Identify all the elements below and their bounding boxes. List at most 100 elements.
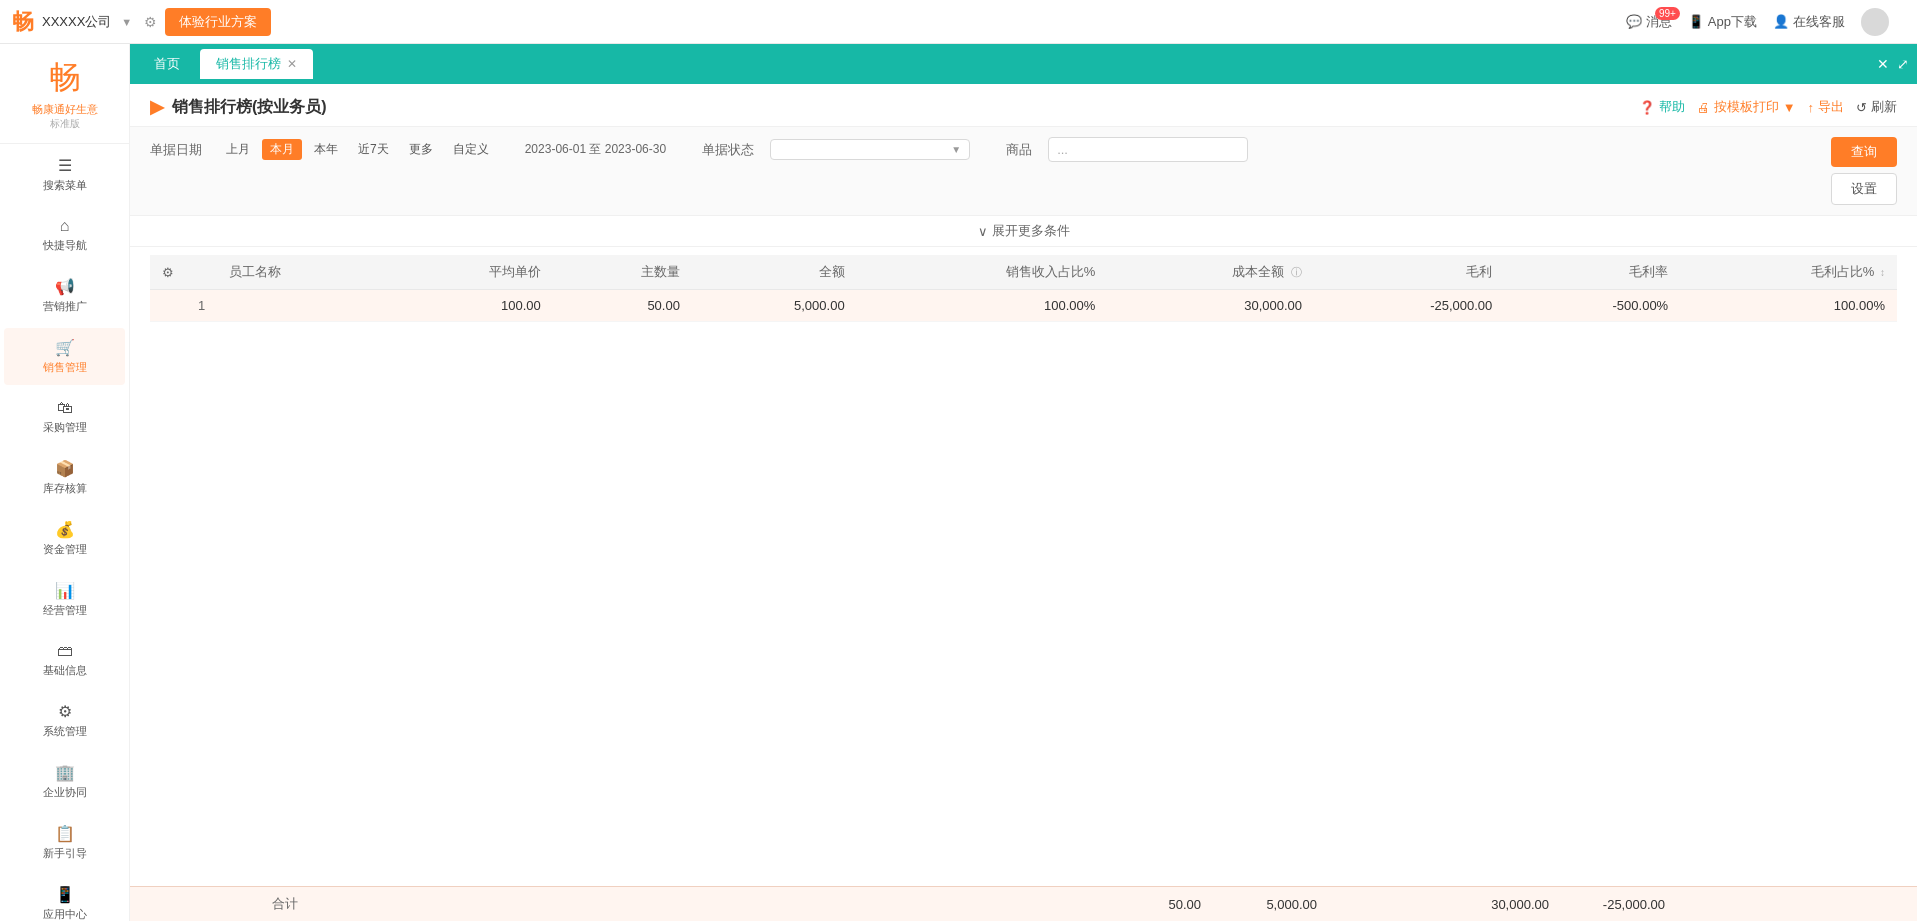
print-template-link[interactable]: 🖨 按模板打印 ▼	[1697, 98, 1796, 116]
expand-icon: ∨	[978, 224, 988, 239]
footer-profit: -25,000.00	[1585, 897, 1665, 912]
sidebar-label-app: 应用中心	[43, 907, 87, 921]
total-cell: 5,000.00	[692, 290, 857, 322]
col-cost-total: 成本全额 ⓘ	[1107, 255, 1314, 290]
status-select[interactable]: ▼	[770, 139, 970, 160]
col-profit-pct: 毛利占比% ↕	[1680, 255, 1897, 290]
sidebar-item-system[interactable]: ⚙ 系统管理	[4, 692, 125, 749]
app-download-button[interactable]: 📱 App下载	[1688, 13, 1757, 31]
sidebar-item-enterprise[interactable]: 🏢 企业协同	[4, 753, 125, 810]
date-tabs: 上月 本月 本年 近7天 更多 自定义	[218, 139, 497, 160]
inventory-icon: 📦	[55, 459, 75, 478]
date-tab-prev-month[interactable]: 上月	[218, 139, 258, 160]
sidebar-item-inventory[interactable]: 📦 库存核算	[4, 449, 125, 506]
filter-settings-button[interactable]: 设置	[1831, 173, 1897, 205]
print-icon: 🖨	[1697, 100, 1710, 115]
sidebar-label-basic: 基础信息	[43, 663, 87, 678]
profit-rate-cell: -500.00%	[1504, 290, 1680, 322]
tab-restore-icon[interactable]: ⤢	[1897, 56, 1909, 72]
qty-cell: 50.00	[553, 290, 692, 322]
sidebar-logo-text: 畅康通好生意	[32, 102, 98, 117]
refresh-link[interactable]: ↺ 刷新	[1856, 98, 1897, 116]
trial-button[interactable]: 体验行业方案	[165, 8, 271, 36]
sales-pct-cell: 100.00%	[857, 290, 1108, 322]
sidebar-item-quick-nav[interactable]: ⌂ 快捷导航	[4, 207, 125, 263]
col-employee: 员工名称	[217, 255, 385, 290]
page-actions: ❓ 帮助 🖨 按模板打印 ▼ ↑ 导出 ↺ 刷新	[1639, 98, 1897, 116]
help-link[interactable]: ❓ 帮助	[1639, 98, 1685, 116]
date-range-text: 2023-06-01 至 2023-06-30	[525, 141, 666, 158]
help-icon: ❓	[1639, 100, 1655, 115]
print-dropdown-icon: ▼	[1783, 100, 1796, 115]
sidebar-item-search[interactable]: ☰ 搜索菜单	[4, 146, 125, 203]
sidebar-label-search: 搜索菜单	[43, 178, 87, 193]
footer-label: 合计	[272, 895, 352, 913]
marketing-icon: 📢	[55, 277, 75, 296]
refresh-icon: ↺	[1856, 100, 1867, 115]
page-header: ▶ 销售排行榜(按业务员) ❓ 帮助 🖨 按模板打印 ▼ ↑ 导	[130, 84, 1917, 127]
date-tab-this-year[interactable]: 本年	[306, 139, 346, 160]
sidebar-item-marketing[interactable]: 📢 营销推广	[4, 267, 125, 324]
goods-input-placeholder: ...	[1057, 142, 1068, 157]
sidebar-label-operation: 经营管理	[43, 603, 87, 618]
messages-button[interactable]: 💬 消息 99+	[1626, 13, 1672, 31]
filter-row: 单据日期 上月 本月 本年 近7天 更多 自定义 2023-06-01 至 20…	[150, 137, 1811, 162]
top-bar: 畅 XXXXX公司 ▼ ⚙ 体验行业方案 💬 消息 99+ 📱 App下载 👤 …	[0, 0, 1917, 44]
date-range-display: 2023-06-01 至 2023-06-30	[521, 141, 666, 158]
footer-cost-total: 30,000.00	[1469, 897, 1549, 912]
col-profit-rate: 毛利率	[1504, 255, 1680, 290]
tab-close-window-icon[interactable]: ✕	[1877, 56, 1889, 72]
col-sales-pct: 销售收入占比%	[857, 255, 1108, 290]
sidebar-label-finance: 资金管理	[43, 542, 87, 557]
message-badge: 99+	[1655, 7, 1680, 20]
date-tab-7days[interactable]: 近7天	[350, 139, 397, 160]
tab-close-icon[interactable]: ✕	[287, 57, 297, 71]
avg-price-cell: 100.00	[385, 290, 553, 322]
sidebar-label-purchase: 采购管理	[43, 420, 87, 435]
top-bar-right: 💬 消息 99+ 📱 App下载 👤 在线客服	[1626, 8, 1905, 36]
goods-input[interactable]: ...	[1048, 137, 1248, 162]
col-settings[interactable]: ⚙	[150, 255, 186, 290]
tab-home[interactable]: 首页	[138, 49, 196, 79]
page-content: ▶ 销售排行榜(按业务员) ❓ 帮助 🖨 按模板打印 ▼ ↑ 导	[130, 84, 1917, 921]
sidebar-item-sales[interactable]: 🛒 销售管理	[4, 328, 125, 385]
status-label: 单据状态	[702, 141, 754, 159]
tab-bar: 首页 销售排行榜 ✕ ✕ ⤢	[130, 44, 1917, 84]
sidebar-item-operation[interactable]: 📊 经营管理	[4, 571, 125, 628]
query-button[interactable]: 查询	[1831, 137, 1897, 167]
tab-bar-right: ✕ ⤢	[1877, 56, 1909, 72]
row-settings-cell	[150, 290, 186, 322]
sidebar-label-quick-nav: 快捷导航	[43, 238, 87, 253]
status-dropdown-icon: ▼	[951, 144, 961, 155]
column-settings-icon[interactable]: ⚙	[162, 265, 174, 280]
top-settings-icon[interactable]: ⚙	[144, 14, 157, 30]
date-tab-more[interactable]: 更多	[401, 139, 441, 160]
sidebar: 畅 畅康通好生意 标准版 ☰ 搜索菜单 ⌂ 快捷导航 📢 营销推广 🛒 销售管理…	[0, 44, 130, 921]
expand-button[interactable]: ∨ 展开更多条件	[978, 222, 1070, 240]
sidebar-label-sales: 销售管理	[43, 360, 87, 375]
service-icon: 👤	[1773, 14, 1789, 29]
sidebar-label-system: 系统管理	[43, 724, 87, 739]
profit-pct-cell: 100.00%	[1680, 290, 1897, 322]
sidebar-item-basic[interactable]: 🗃 基础信息	[4, 632, 125, 688]
sidebar-item-guide[interactable]: 📋 新手引导	[4, 814, 125, 871]
col-avg-price: 平均单价	[385, 255, 553, 290]
avatar[interactable]	[1861, 8, 1889, 36]
date-tab-this-month[interactable]: 本月	[262, 139, 302, 160]
cost-total-info-icon[interactable]: ⓘ	[1291, 266, 1302, 278]
table-body: 1 100.00 50.00 5,000.00 100.00% 30,000.0…	[150, 290, 1897, 322]
export-link[interactable]: ↑ 导出	[1808, 98, 1845, 116]
employee-cell	[217, 290, 385, 322]
online-service-button[interactable]: 👤 在线客服	[1773, 13, 1845, 31]
sidebar-item-app[interactable]: 📱 应用中心	[4, 875, 125, 921]
footer-qty: 50.00	[1121, 897, 1201, 912]
sidebar-item-purchase[interactable]: 🛍 采购管理	[4, 389, 125, 445]
profit-pct-sort-icon[interactable]: ↕	[1880, 267, 1885, 278]
tab-sales-rank[interactable]: 销售排行榜 ✕	[200, 49, 313, 79]
sidebar-item-finance[interactable]: 💰 资金管理	[4, 510, 125, 567]
sidebar-label-inventory: 库存核算	[43, 481, 87, 496]
message-icon: 💬	[1626, 14, 1642, 29]
expand-arrow-icon[interactable]: ▶	[150, 96, 164, 118]
dropdown-icon[interactable]: ▼	[121, 16, 132, 28]
date-tab-custom[interactable]: 自定义	[445, 139, 497, 160]
